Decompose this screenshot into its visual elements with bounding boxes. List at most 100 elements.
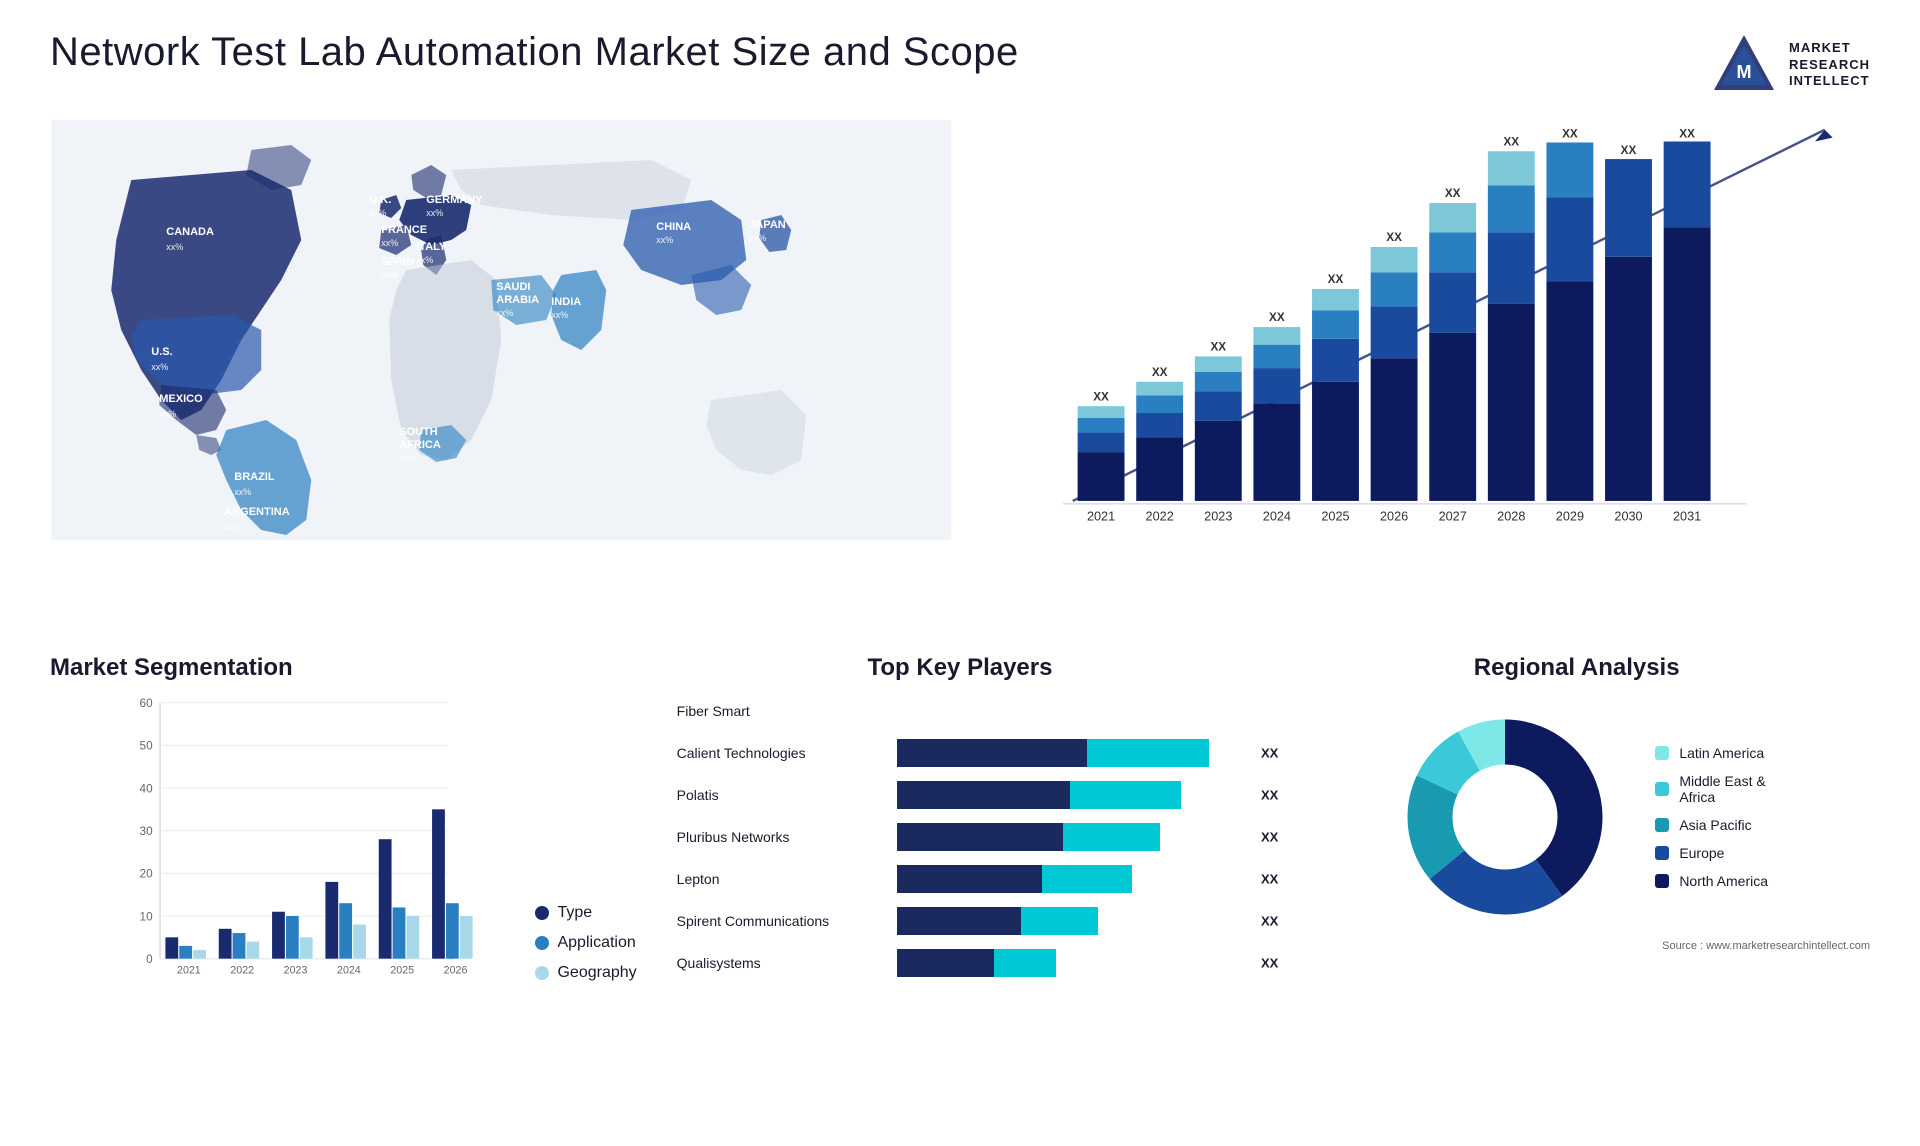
bar-dark (897, 865, 1043, 893)
svg-text:xx%: xx% (166, 242, 183, 252)
sa-label: SOUTH (399, 426, 438, 438)
svg-text:XX: XX (1151, 366, 1167, 379)
svg-text:xx%: xx% (749, 233, 766, 243)
donut-chart (1385, 697, 1625, 937)
legend-mea: Middle East &Africa (1655, 773, 1768, 805)
svg-text:xx%: xx% (159, 409, 176, 419)
player-name: Calient Technologies (677, 745, 887, 761)
bar-dark (897, 949, 994, 977)
svg-text:xx%: xx% (656, 235, 673, 245)
svg-text:2027: 2027 (1438, 509, 1466, 523)
logo-text: MARKET RESEARCH INTELLECT (1789, 40, 1870, 91)
bar-chart-section: XX XX XX (968, 120, 1871, 639)
regional-section: Regional Analysis (1283, 654, 1870, 937)
svg-text:ARABIA: ARABIA (496, 294, 539, 306)
seg-title: Market Segmentation (50, 654, 637, 682)
china-label: CHINA (656, 221, 691, 233)
legend-europe: Europe (1655, 845, 1768, 861)
legend-geography: Geography (535, 964, 636, 982)
mexico-label: MEXICO (159, 393, 203, 405)
svg-text:2029: 2029 (1555, 509, 1583, 523)
svg-text:xx%: xx% (151, 362, 168, 372)
bar-dark (897, 907, 1022, 935)
canada-label: CANADA (166, 226, 214, 238)
players-list: Fiber Smart Calient Technologies XX Pola… (667, 697, 1254, 977)
player-lepton: Lepton XX (677, 865, 1244, 893)
player-qualisystems: Qualisystems XX (677, 949, 1244, 977)
svg-text:2031: 2031 (1672, 509, 1700, 523)
svg-text:xx%: xx% (234, 487, 251, 497)
bar-light (1042, 865, 1132, 893)
svg-text:50: 50 (140, 740, 154, 753)
svg-text:2021: 2021 (177, 965, 201, 977)
bar-dark (897, 781, 1070, 809)
svg-text:XX: XX (1093, 390, 1109, 403)
legend-type: Type (535, 904, 636, 922)
app-dot (535, 936, 549, 950)
japan-label: JAPAN (749, 219, 786, 231)
svg-text:10: 10 (140, 910, 154, 923)
svg-text:0: 0 (146, 953, 153, 966)
svg-text:xx%: xx% (224, 522, 241, 532)
svg-text:XX: XX (1679, 128, 1695, 141)
legend-latin: Latin America (1655, 745, 1768, 761)
player-spirent: Spirent Communications XX (677, 907, 1244, 935)
seg-chart-wrapper: 0 10 20 30 40 50 60 (50, 692, 637, 1012)
svg-text:xx%: xx% (426, 208, 443, 218)
player-bar: XX (897, 823, 1244, 851)
us-label: U.S. (151, 346, 172, 358)
svg-text:xx%: xx% (496, 308, 513, 318)
legend-apac: Asia Pacific (1655, 817, 1768, 833)
svg-text:2022: 2022 (1145, 509, 1173, 523)
na-dot (1655, 874, 1669, 888)
seg-chart-svg: 0 10 20 30 40 50 60 (50, 692, 515, 1012)
regional-wrapper: Latin America Middle East &Africa Asia P… (1283, 697, 1870, 937)
svg-text:2028: 2028 (1497, 509, 1525, 523)
player-bar: XX (897, 907, 1244, 935)
page-container: Network Test Lab Automation Market Size … (0, 0, 1920, 1146)
player-polatis: Polatis XX (677, 781, 1244, 809)
player-value: XX (1261, 788, 1278, 803)
svg-text:2025: 2025 (390, 965, 414, 977)
svg-text:2023: 2023 (284, 965, 308, 977)
player-value: XX (1261, 956, 1278, 971)
bar-dark (897, 823, 1063, 851)
legend-na: North America (1655, 873, 1768, 889)
latin-dot (1655, 746, 1669, 760)
player-fiber-smart: Fiber Smart (677, 697, 1244, 725)
svg-text:xx%: xx% (399, 453, 416, 463)
svg-text:XX: XX (1503, 135, 1519, 148)
player-pluribus: Pluribus Networks XX (677, 823, 1244, 851)
logo-icon: M (1709, 30, 1779, 100)
player-value: XX (1261, 872, 1278, 887)
player-bar: XX (897, 739, 1244, 767)
player-value: XX (1261, 830, 1278, 845)
regional-legend: Latin America Middle East &Africa Asia P… (1655, 745, 1768, 889)
uk-label: U.K. (369, 194, 391, 206)
svg-text:xx%: xx% (551, 310, 568, 320)
argentina-label: ARGENTINA (224, 506, 289, 518)
svg-text:40: 40 (140, 782, 154, 795)
header: Network Test Lab Automation Market Size … (50, 30, 1870, 100)
players-section: Top Key Players Fiber Smart Calient Tech… (667, 654, 1254, 991)
player-name: Lepton (677, 871, 887, 887)
bar-dark (897, 739, 1088, 767)
svg-text:xx%: xx% (381, 238, 398, 248)
seg-legend: Type Application Geography (535, 904, 636, 1012)
spain-label: SPAIN (381, 256, 414, 268)
svg-text:XX: XX (1327, 273, 1343, 286)
player-bar: XX (897, 949, 1244, 977)
germany-label: GERMANY (426, 194, 483, 206)
type-dot (535, 906, 549, 920)
svg-text:30: 30 (140, 825, 154, 838)
players-title: Top Key Players (667, 654, 1254, 682)
svg-text:2026: 2026 (444, 965, 468, 977)
bar-light (1063, 823, 1160, 851)
seg-chart-area: 0 10 20 30 40 50 60 (50, 692, 515, 1012)
bar-light (1021, 907, 1097, 935)
saudi-label: SAUDI (496, 281, 530, 293)
svg-text:AFRICA: AFRICA (399, 439, 441, 451)
svg-text:xx%: xx% (369, 208, 386, 218)
bar-light (1087, 739, 1208, 767)
player-name: Spirent Communications (677, 913, 887, 929)
